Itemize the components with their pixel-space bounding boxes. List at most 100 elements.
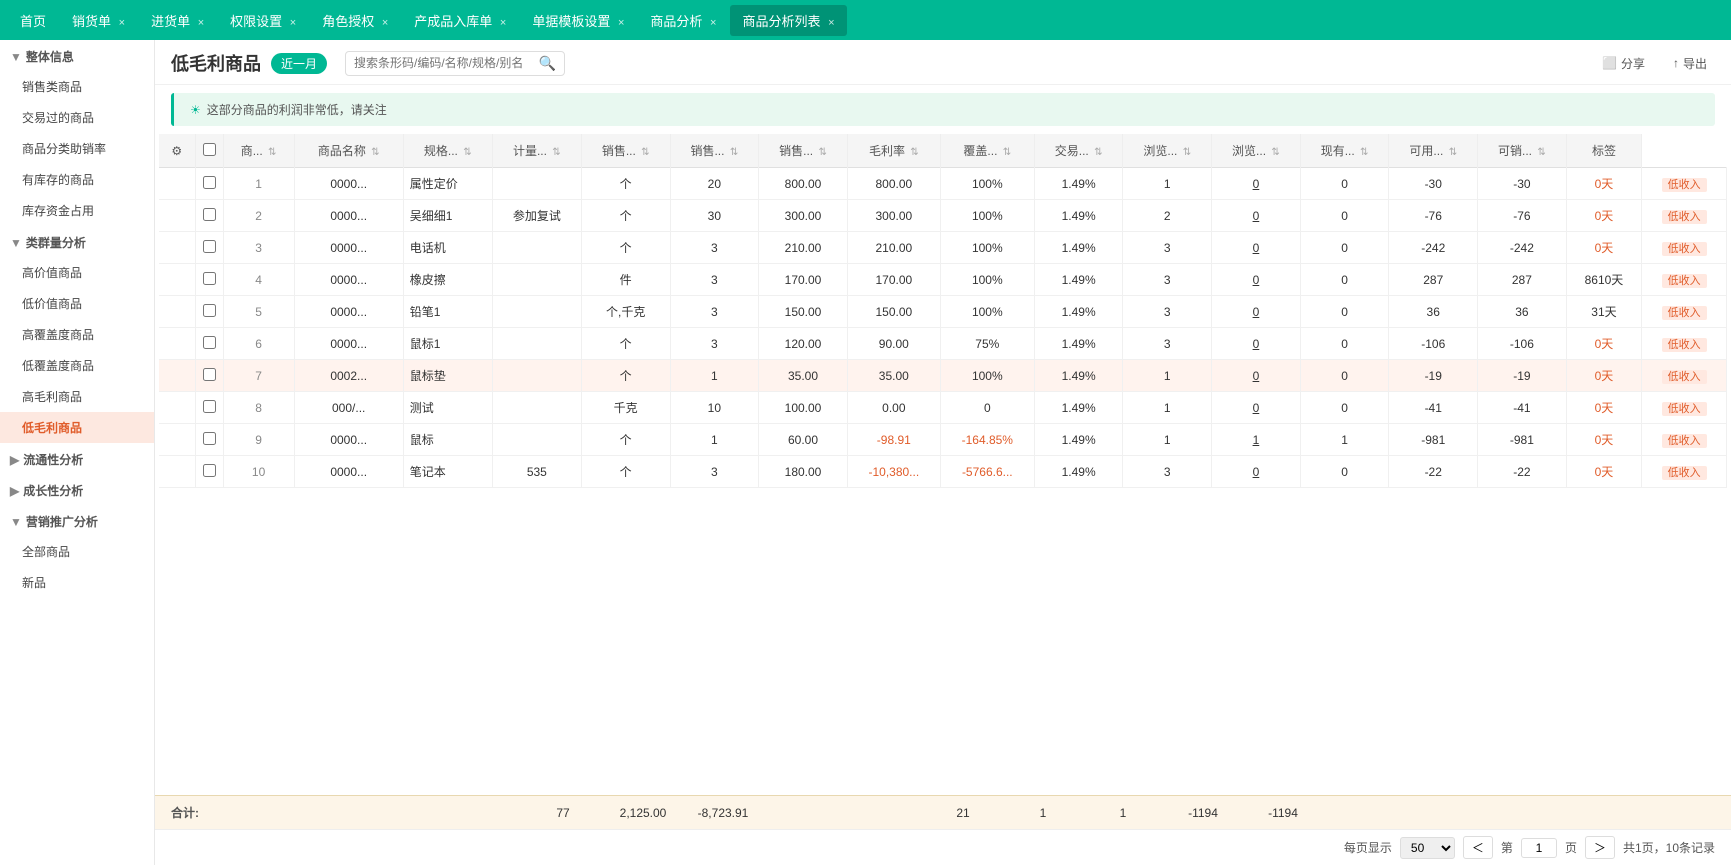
filter-tag-recent[interactable]: 近一月 — [271, 53, 327, 74]
nav-analysis-list[interactable]: 商品分析列表 × — [730, 5, 846, 36]
row-checkbox[interactable] — [195, 200, 223, 232]
col-settings[interactable]: ⚙ — [159, 134, 195, 168]
row-browse1[interactable]: 0 — [1212, 232, 1301, 264]
select-all-checkbox[interactable] — [203, 143, 216, 156]
row-select-checkbox[interactable] — [203, 272, 216, 285]
row-spec: 535 — [492, 456, 581, 488]
sort-icon[interactable]: ⇅ — [641, 147, 649, 158]
sidebar-item-high-value[interactable]: 高价值商品 — [0, 257, 154, 288]
nav-home[interactable]: 首页 — [8, 5, 58, 36]
sidebar-item-traded-goods[interactable]: 交易过的商品 — [0, 102, 154, 133]
total-info: 共1页，10条记录 — [1623, 839, 1715, 856]
row-browse1[interactable]: 0 — [1212, 200, 1301, 232]
sort-icon[interactable]: ⇅ — [818, 147, 826, 158]
sidebar-group-marketing[interactable]: ▼ 营销推广分析 — [0, 505, 154, 536]
row-browse1[interactable]: 1 — [1212, 424, 1301, 456]
sort-icon[interactable]: ⇅ — [1360, 147, 1368, 158]
row-checkbox[interactable] — [195, 456, 223, 488]
nav-roles[interactable]: 角色授权 × — [310, 5, 400, 36]
row-browse1[interactable]: 0 — [1212, 392, 1301, 424]
tag-badge: 低收入 — [1662, 306, 1707, 320]
row-select-checkbox[interactable] — [203, 336, 216, 349]
sidebar-item-capital[interactable]: 库存资金占用 — [0, 195, 154, 226]
close-icon[interactable]: × — [119, 17, 125, 29]
row-select-checkbox[interactable] — [203, 432, 216, 445]
row-checkbox[interactable] — [195, 168, 223, 200]
row-checkbox[interactable] — [195, 392, 223, 424]
row-checkbox[interactable] — [195, 264, 223, 296]
prev-page-button[interactable]: ＜ — [1463, 836, 1493, 859]
row-checkbox[interactable] — [195, 360, 223, 392]
close-icon[interactable]: × — [290, 17, 296, 29]
nav-product-analysis[interactable]: 商品分析 × — [638, 5, 728, 36]
row-sales-price: 150.00 — [759, 296, 848, 328]
sidebar-item-all-goods[interactable]: 全部商品 — [0, 536, 154, 567]
export-button[interactable]: ↑ 导出 — [1665, 51, 1715, 76]
row-select-checkbox[interactable] — [203, 464, 216, 477]
row-browse1[interactable]: 0 — [1212, 360, 1301, 392]
sort-icon[interactable]: ⇅ — [463, 147, 471, 158]
sidebar-group-overview[interactable]: ▼ 整体信息 — [0, 40, 154, 71]
sidebar-item-low-value[interactable]: 低价值商品 — [0, 288, 154, 319]
col-checkbox[interactable] — [195, 134, 223, 168]
sort-icon[interactable]: ⇅ — [268, 147, 276, 158]
sort-icon[interactable]: ⇅ — [1003, 147, 1011, 158]
row-browse1[interactable]: 0 — [1212, 264, 1301, 296]
page-label: 第 — [1501, 839, 1513, 856]
row-select-checkbox[interactable] — [203, 304, 216, 317]
close-icon[interactable]: × — [198, 17, 204, 29]
close-icon[interactable]: × — [500, 17, 506, 29]
close-icon[interactable]: × — [710, 17, 716, 29]
row-browse1[interactable]: 0 — [1212, 296, 1301, 328]
sort-icon[interactable]: ⇅ — [730, 147, 738, 158]
sidebar-item-category-rate[interactable]: 商品分类助销率 — [0, 133, 154, 164]
nav-template[interactable]: 单据模板设置 × — [520, 5, 636, 36]
sort-icon[interactable]: ⇅ — [371, 147, 379, 158]
row-select-checkbox[interactable] — [203, 240, 216, 253]
sort-icon[interactable]: ⇅ — [1449, 147, 1457, 158]
search-icon[interactable]: 🔍 — [539, 55, 556, 72]
row-trade-count: 3 — [1123, 328, 1212, 360]
sidebar-group-flow[interactable]: ▶ 流通性分析 — [0, 443, 154, 474]
row-browse1[interactable]: 0 — [1212, 168, 1301, 200]
sidebar-item-high-margin[interactable]: 高毛利商品 — [0, 381, 154, 412]
sidebar-item-in-stock[interactable]: 有库存的商品 — [0, 164, 154, 195]
row-browse1[interactable]: 0 — [1212, 456, 1301, 488]
close-icon[interactable]: × — [618, 17, 624, 29]
row-select-checkbox[interactable] — [203, 368, 216, 381]
nav-sales[interactable]: 销货单 × — [60, 5, 137, 36]
sidebar-group-growth[interactable]: ▶ 成长性分析 — [0, 474, 154, 505]
row-name: 铅笔1 — [403, 296, 492, 328]
sidebar-item-new-goods[interactable]: 新品 — [0, 567, 154, 598]
row-checkbox[interactable] — [195, 296, 223, 328]
sort-icon[interactable]: ⇅ — [1271, 147, 1279, 158]
sidebar-item-sales-goods[interactable]: 销售类商品 — [0, 71, 154, 102]
sort-icon[interactable]: ⇅ — [1537, 147, 1545, 158]
sort-icon[interactable]: ⇅ — [1094, 147, 1102, 158]
row-browse1[interactable]: 0 — [1212, 328, 1301, 360]
row-checkbox[interactable] — [195, 232, 223, 264]
nav-product-entry[interactable]: 产成品入库单 × — [402, 5, 518, 36]
share-button[interactable]: ⬜ 分享 — [1594, 51, 1653, 76]
sort-icon[interactable]: ⇅ — [910, 147, 918, 158]
next-page-button[interactable]: ＞ — [1585, 836, 1615, 859]
per-page-select[interactable]: 50 100 200 — [1400, 837, 1455, 859]
close-icon[interactable]: × — [382, 17, 388, 29]
close-icon[interactable]: × — [828, 17, 834, 29]
sort-icon[interactable]: ⇅ — [1183, 147, 1191, 158]
sidebar-item-high-coverage[interactable]: 高覆盖度商品 — [0, 319, 154, 350]
row-select-checkbox[interactable] — [203, 208, 216, 221]
sidebar-item-low-coverage[interactable]: 低覆盖度商品 — [0, 350, 154, 381]
nav-permissions[interactable]: 权限设置 × — [218, 5, 308, 36]
sort-icon[interactable]: ⇅ — [552, 147, 560, 158]
sidebar-group-cluster[interactable]: ▼ 类群量分析 — [0, 226, 154, 257]
page-input[interactable] — [1521, 838, 1557, 858]
row-select-checkbox[interactable] — [203, 400, 216, 413]
nav-purchase[interactable]: 进货单 × — [139, 5, 216, 36]
sidebar-item-low-margin[interactable]: 低毛利商品 — [0, 412, 154, 443]
col-spec: 规格... ⇅ — [403, 134, 492, 168]
row-select-checkbox[interactable] — [203, 176, 216, 189]
search-input[interactable] — [354, 56, 539, 70]
row-checkbox[interactable] — [195, 424, 223, 456]
row-checkbox[interactable] — [195, 328, 223, 360]
